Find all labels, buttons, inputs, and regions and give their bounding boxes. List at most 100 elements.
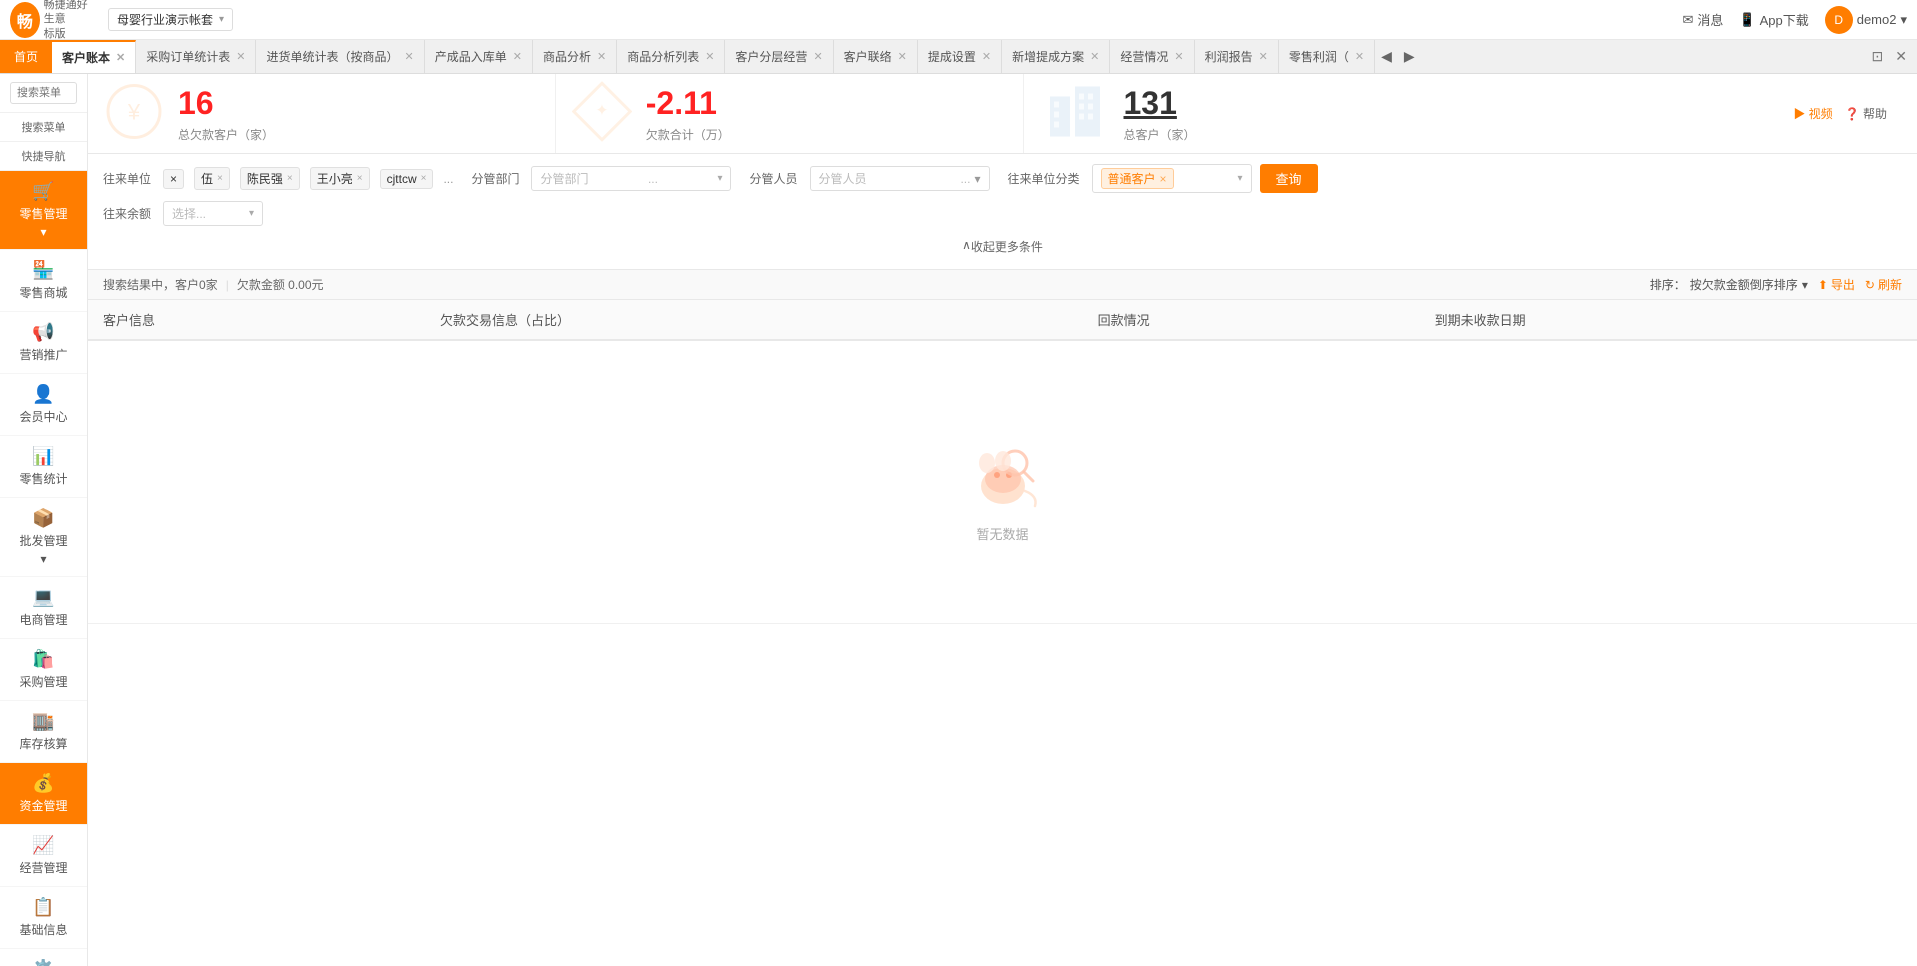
tab-incoming-stats[interactable]: 进货单统计表（按商品） ✕ xyxy=(256,40,424,74)
tab-customer-contact[interactable]: 客户联络 ✕ xyxy=(834,40,918,74)
retail-stats-icon: 📊 xyxy=(32,446,54,467)
tab-product-analysis[interactable]: 商品分析 ✕ xyxy=(533,40,617,74)
sidebar-item-label: 资金管理 xyxy=(19,797,67,814)
tag-close-wu[interactable]: × xyxy=(217,173,223,184)
tag-close-chen[interactable]: × xyxy=(287,173,293,184)
filter-select-person[interactable]: 分管人员 ... ▾ xyxy=(810,166,990,191)
sidebar-item-system[interactable]: ⚙️ 系统管理 xyxy=(0,949,87,966)
sidebar-search-area xyxy=(0,74,87,113)
filter-select-balance[interactable]: 选择... ▾ xyxy=(163,201,263,226)
filter-select-category[interactable]: 普通客户 × ▾ xyxy=(1092,164,1252,193)
sidebar-item-batch[interactable]: 📦 批发管理 ▾ xyxy=(0,498,87,577)
tab-controls: ⊡ ✕ xyxy=(1868,46,1917,67)
tab-nav-prev[interactable]: ◀ xyxy=(1375,40,1398,74)
filter-tag-cjttcw: cjttcw × xyxy=(380,169,434,189)
tab-restore-icon[interactable]: ⊡ xyxy=(1868,46,1888,67)
results-bar-right: 排序： 按欠款金额倒序排序 ▾ ⬆ 导出 ↻ 刷新 xyxy=(1650,276,1902,293)
close-icon[interactable]: ✕ xyxy=(982,50,991,63)
filter-collapse-btn[interactable]: ∧ 收起更多条件 xyxy=(103,234,1902,259)
close-icon[interactable]: ✕ xyxy=(1355,50,1364,63)
close-icon[interactable]: ✕ xyxy=(705,50,714,63)
sidebar-item-retail-stats[interactable]: 📊 零售统计 xyxy=(0,436,87,498)
search-input[interactable] xyxy=(10,82,77,104)
tab-customer-segment[interactable]: 客户分层经营 ✕ xyxy=(725,40,833,74)
tag-close-cjttcw[interactable]: × xyxy=(421,173,427,184)
sidebar-item-member[interactable]: 👤 会员中心 xyxy=(0,374,87,436)
sidebar-item-purchase[interactable]: 🛍️ 采购管理 xyxy=(0,639,87,701)
close-icon[interactable]: ✕ xyxy=(1259,50,1268,63)
chevron-down-icon: ▾ xyxy=(717,173,722,184)
tab-raise-setting[interactable]: 提成设置 ✕ xyxy=(918,40,1002,74)
sidebar-item-marketing[interactable]: 📢 营销推广 xyxy=(0,312,87,374)
close-icon[interactable]: ✕ xyxy=(513,50,522,63)
tab-home[interactable]: 首页 xyxy=(0,40,52,74)
stat-bg-icon-diamond: ✦ xyxy=(572,82,632,142)
sidebar-item-label: 会员中心 xyxy=(19,408,67,425)
content-area: ¥ 16 总欠款客户（家） ✦ -2.11 欠款合计（ xyxy=(88,74,1917,966)
user-menu[interactable]: D demo2 ▾ xyxy=(1825,6,1907,34)
filter-label-balance: 往来余额 xyxy=(103,205,151,222)
table-container: 客户信息 欠款交易信息（占比） 回款情况 到期未收款日期 xyxy=(88,300,1917,966)
tab-close-all-icon[interactable]: ✕ xyxy=(1891,46,1911,67)
logo-area: 畅 畅捷通好生意 标版 xyxy=(10,0,98,41)
export-button[interactable]: ⬆ 导出 xyxy=(1818,276,1855,293)
sidebar-item-label: 零售商城 xyxy=(19,284,67,301)
close-icon[interactable]: ✕ xyxy=(597,50,606,63)
member-icon: 👤 xyxy=(32,384,54,405)
sidebar-item-retail-mall[interactable]: 🏪 零售商城 xyxy=(0,250,87,312)
sidebar-shortcut-nav[interactable]: 快捷导航 xyxy=(0,142,87,171)
tag-close-wang[interactable]: × xyxy=(357,173,363,184)
sidebar-item-operations[interactable]: 📈 经营管理 xyxy=(0,825,87,887)
filter-select-dept[interactable]: 分管部门 ... ▾ xyxy=(531,166,731,191)
sidebar-item-label: 采购管理 xyxy=(19,673,67,690)
empty-row: 暂无数据 xyxy=(88,340,1917,624)
inventory-icon: 🏬 xyxy=(32,711,54,732)
refresh-button[interactable]: ↻ 刷新 xyxy=(1865,276,1902,293)
close-icon[interactable]: ✕ xyxy=(898,50,907,63)
video-help-button[interactable]: ▶ 视频 xyxy=(1793,105,1832,122)
sort-selector[interactable]: 排序： 按欠款金额倒序排序 ▾ xyxy=(1650,276,1808,293)
retail-mall-icon: 🏪 xyxy=(32,260,54,281)
question-icon: ❓ xyxy=(1845,107,1860,121)
sidebar-item-inventory[interactable]: 🏬 库存核算 xyxy=(0,701,87,763)
query-button[interactable]: 查询 xyxy=(1260,164,1318,193)
results-bar: 搜索结果中，客户0家 | 欠款金额 0.00元 排序： 按欠款金额倒序排序 ▾ … xyxy=(88,270,1917,300)
filter-row-1: 往来单位 × 伍 × 陈民强 × 王小亮 × cjttcw xyxy=(103,164,1902,193)
tab-product-analysis-list[interactable]: 商品分析列表 ✕ xyxy=(617,40,725,74)
tab-nav-next[interactable]: ▶ xyxy=(1398,40,1421,74)
tab-business-situation[interactable]: 经营情况 ✕ xyxy=(1110,40,1194,74)
close-icon[interactable]: ✕ xyxy=(116,51,125,64)
tab-customer-book[interactable]: 客户账本 ✕ xyxy=(52,40,136,74)
tab-purchase-order-stats[interactable]: 采购订单统计表 ✕ xyxy=(136,40,256,74)
sidebar-item-ecommerce[interactable]: 💻 电商管理 xyxy=(0,577,87,639)
close-icon[interactable]: ✕ xyxy=(405,50,414,63)
tab-bar: 首页 客户账本 ✕ 采购订单统计表 ✕ 进货单统计表（按商品） ✕ 产成品入库单… xyxy=(0,40,1917,74)
filter-tag-chen: 陈民强 × xyxy=(240,167,300,190)
close-icon[interactable]: ✕ xyxy=(813,50,822,63)
company-selector[interactable]: 母婴行业演示帐套 ▾ xyxy=(108,8,233,31)
sidebar-item-label: 零售统计 xyxy=(19,470,67,487)
close-icon[interactable]: ✕ xyxy=(1090,50,1099,63)
app-download-button[interactable]: 📱 App下载 xyxy=(1739,10,1808,29)
close-icon[interactable]: ✕ xyxy=(236,50,245,63)
filter-more-tags[interactable]: ... xyxy=(443,172,453,186)
help-button[interactable]: ❓ 帮助 xyxy=(1845,105,1887,122)
sidebar-item-retail-management[interactable]: 🛒 零售管理 ▾ xyxy=(0,171,87,250)
chevron-down-icon: ▾ xyxy=(249,208,254,219)
tab-new-raise-plan[interactable]: 新增提成方案 ✕ xyxy=(1002,40,1110,74)
category-tag-close[interactable]: × xyxy=(1160,172,1167,186)
stat-credit-amount: ✦ -2.11 欠款合计（万） xyxy=(556,74,1024,152)
close-icon[interactable]: ✕ xyxy=(1174,50,1183,63)
tab-product-inbound[interactable]: 产成品入库单 ✕ xyxy=(425,40,533,74)
message-button[interactable]: ✉ 消息 xyxy=(1682,10,1723,29)
svg-text:¥: ¥ xyxy=(127,100,141,125)
tab-retail-profit[interactable]: 零售利润（ ✕ xyxy=(1279,40,1375,74)
chevron-down-icon: ▾ xyxy=(974,172,980,186)
basic-info-icon: 📋 xyxy=(32,897,54,918)
ellipsis-icon: ... xyxy=(648,172,658,186)
sidebar-item-finance[interactable]: 💰 资金管理 xyxy=(0,763,87,825)
tab-profit-report[interactable]: 利润报告 ✕ xyxy=(1195,40,1279,74)
svg-text:✦: ✦ xyxy=(595,103,608,120)
sidebar-item-basic-info[interactable]: 📋 基础信息 xyxy=(0,887,87,949)
sidebar-shortcut-search[interactable]: 搜索菜单 xyxy=(0,113,87,142)
